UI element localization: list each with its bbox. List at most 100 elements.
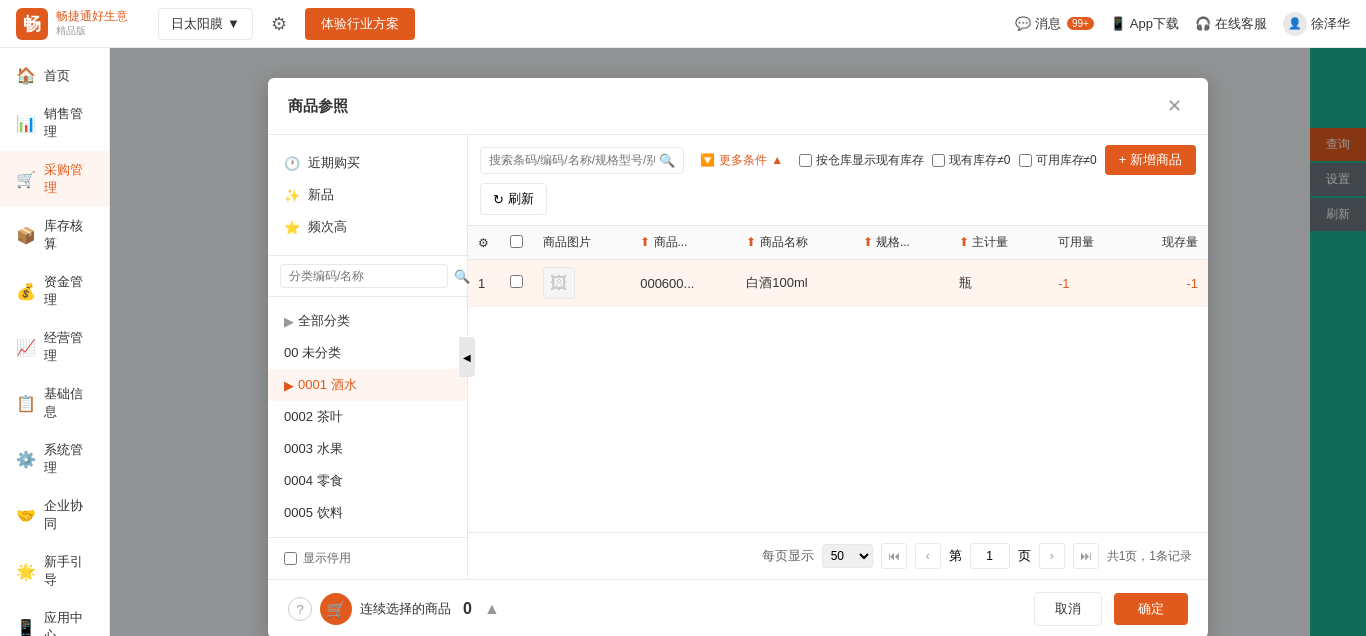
category-0002[interactable]: 0002 茶叶 <box>268 401 467 433</box>
finance-icon: 💰 <box>16 282 36 301</box>
checkbox-current-stock[interactable]: 现有库存≠0 <box>932 152 1010 169</box>
more-filter-button[interactable]: 🔽 更多条件 ▲ <box>692 147 791 174</box>
available-stock-label: 可用库存≠0 <box>1036 152 1097 169</box>
refresh-button[interactable]: ↻ 刷新 <box>480 183 547 215</box>
pagination: 每页显示 50 20 100 ⏮ ‹ 第 页 › <box>468 532 1208 579</box>
search-icon[interactable]: 🔍 <box>659 153 675 168</box>
category-0004[interactable]: 0004 零食 <box>268 465 467 497</box>
current-stock-checkbox[interactable] <box>932 154 945 167</box>
sidebar-item-enterprise[interactable]: 🤝 企业协同 <box>0 487 109 543</box>
category-search-input[interactable] <box>280 264 448 288</box>
col-spec[interactable]: ⬆ 规格... <box>853 226 949 260</box>
category-0005[interactable]: 0005 饮料 <box>268 497 467 529</box>
app-dl-label: App下载 <box>1130 15 1179 33</box>
filter-label: 更多条件 <box>719 152 767 169</box>
col-checkbox[interactable] <box>500 226 533 260</box>
sidebar-item-inventory[interactable]: 📦 库存核算 <box>0 207 109 263</box>
message-label: 消息 <box>1035 15 1061 33</box>
chevron-down-icon: ▼ <box>227 16 240 31</box>
nav-online-service[interactable]: 🎧 在线客服 <box>1195 15 1267 33</box>
product-search-input[interactable] <box>489 153 655 167</box>
sidebar-item-finance[interactable]: 💰 资金管理 <box>0 263 109 319</box>
last-page-button[interactable]: ⏭ <box>1073 543 1099 569</box>
fold-button[interactable]: ▲ <box>480 596 504 622</box>
quick-link-frequent[interactable]: ⭐ 频次高 <box>268 211 467 243</box>
store-selector[interactable]: 日太阳膜 ▼ <box>158 8 253 40</box>
show-disabled-label[interactable]: 显示停用 <box>303 550 351 567</box>
clock-icon: 🕐 <box>284 156 300 171</box>
quick-link-recent[interactable]: 🕐 近期购买 <box>268 147 467 179</box>
settings-nav-button[interactable]: ⚙ <box>261 6 297 42</box>
inventory-icon: 📦 <box>16 226 36 245</box>
exp-btn[interactable]: 体验行业方案 <box>305 8 415 40</box>
category-0005-label: 0005 饮料 <box>284 504 343 522</box>
show-disabled-checkbox[interactable] <box>284 552 297 565</box>
row-checkbox[interactable] <box>510 275 523 288</box>
checkbox-available-stock[interactable]: 可用库存≠0 <box>1019 152 1097 169</box>
main-content: 查询 设置 刷新 商品参照 ✕ <box>110 48 1366 636</box>
sidebar-item-base-info[interactable]: 📋 基础信息 <box>0 375 109 431</box>
product-table-wrap: ⚙ 商品图片 ⬆ 商品... <box>468 226 1208 532</box>
top-nav: 畅 畅捷通好生意 精品版 日太阳膜 ▼ ⚙ 体验行业方案 💬 消息 99+ 📱 … <box>0 0 1366 48</box>
first-page-button[interactable]: ⏮ <box>881 543 907 569</box>
page-number-input[interactable] <box>970 543 1010 569</box>
select-all-checkbox[interactable] <box>510 235 523 248</box>
per-page-select[interactable]: 50 20 100 <box>822 544 873 568</box>
cancel-button[interactable]: 取消 <box>1034 592 1102 626</box>
col-unit[interactable]: ⬆ 主计量 <box>949 226 1048 260</box>
product-search-box: 🔍 <box>480 147 684 174</box>
category-0008[interactable]: 0008 水 <box>268 529 467 537</box>
row-select[interactable] <box>500 260 533 307</box>
username: 徐泽华 <box>1311 15 1350 33</box>
system-icon: ⚙️ <box>16 450 36 469</box>
sort-name-icon: ⬆ <box>746 235 756 249</box>
category-0003[interactable]: 0003 水果 <box>268 433 467 465</box>
store-name: 日太阳膜 <box>171 15 223 33</box>
col-stock: 现存量 <box>1128 226 1208 260</box>
prev-page-button[interactable]: ‹ <box>915 543 941 569</box>
nav-app-download[interactable]: 📱 App下载 <box>1110 15 1179 33</box>
confirm-button[interactable]: 确定 <box>1114 593 1188 625</box>
checkbox-warehouse-stock[interactable]: 按仓库显示现有库存 <box>799 152 924 169</box>
sidebar-item-system[interactable]: ⚙️ 系统管理 <box>0 431 109 487</box>
sidebar-item-appstore[interactable]: 📱 应用中心 <box>0 599 109 636</box>
new-icon: ✨ <box>284 188 300 203</box>
sidebar-item-operations[interactable]: 📈 经营管理 <box>0 319 109 375</box>
headset-icon: 🎧 <box>1195 16 1211 31</box>
sidebar-item-purchase[interactable]: 🛒 采购管理 <box>0 151 109 207</box>
sidebar-label-finance: 资金管理 <box>44 273 93 309</box>
sidebar-label-sales: 销售管理 <box>44 105 93 141</box>
page-total: 共1页，1条记录 <box>1107 548 1192 565</box>
warehouse-stock-checkbox[interactable] <box>799 154 812 167</box>
sidebar-label-home: 首页 <box>44 67 70 85</box>
nav-user[interactable]: 👤 徐泽华 <box>1283 12 1350 36</box>
page-label: 第 <box>949 547 962 565</box>
sidebar-item-sales[interactable]: 📊 销售管理 <box>0 95 109 151</box>
col-name[interactable]: ⬆ 商品名称 <box>736 226 852 260</box>
sort-spec-icon: ⬆ <box>863 235 873 249</box>
table-row[interactable]: 1 🖼 000600... 白酒100ml <box>468 260 1208 307</box>
sidebar-label-guide: 新手引导 <box>44 553 93 589</box>
current-stock-label: 现有库存≠0 <box>949 152 1010 169</box>
add-product-button[interactable]: + 新增商品 <box>1105 145 1196 175</box>
product-thumbnail: 🖼 <box>543 267 575 299</box>
collapse-panel-button[interactable]: ◀ <box>459 337 475 377</box>
help-icon[interactable]: ? <box>288 597 312 621</box>
col-settings[interactable]: ⚙ <box>468 226 500 260</box>
category-00[interactable]: 00 未分类 <box>268 337 467 369</box>
row-num: 1 <box>468 260 500 307</box>
footer-cart: ? 🛒 连续选择的商品 0 ▲ <box>288 593 1022 625</box>
quick-link-frequent-label: 频次高 <box>308 218 347 236</box>
category-search-icon[interactable]: 🔍 <box>454 269 470 284</box>
available-stock-checkbox[interactable] <box>1019 154 1032 167</box>
category-all[interactable]: ▶ 全部分类 <box>268 305 467 337</box>
modal-close-button[interactable]: ✕ <box>1160 92 1188 120</box>
col-code[interactable]: ⬆ 商品... <box>630 226 736 260</box>
filter-icon: 🔽 <box>700 153 715 167</box>
category-0001[interactable]: ▶ 0001 酒水 <box>268 369 467 401</box>
next-page-button[interactable]: › <box>1039 543 1065 569</box>
sidebar-item-home[interactable]: 🏠 首页 <box>0 56 109 95</box>
sidebar-item-guide[interactable]: 🌟 新手引导 <box>0 543 109 599</box>
quick-link-new[interactable]: ✨ 新品 <box>268 179 467 211</box>
nav-message[interactable]: 💬 消息 99+ <box>1015 15 1094 33</box>
